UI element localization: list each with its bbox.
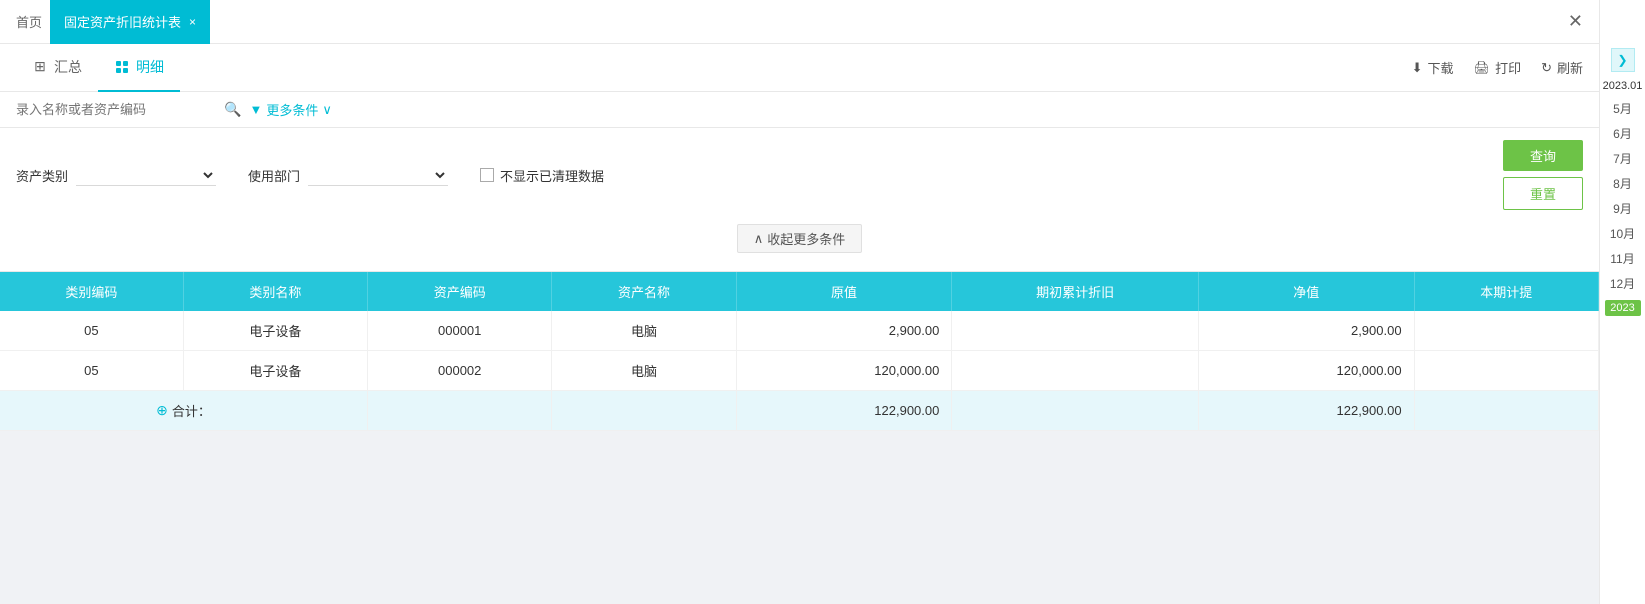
data-table: 类别编码 类别名称 资产编码 资产名称 原值 期初累计折旧 净值 本期计提 05… xyxy=(0,272,1599,431)
tab-detail[interactable]: 明细 xyxy=(98,44,180,92)
more-conditions-button[interactable]: ▼ 更多条件 ∨ xyxy=(249,100,331,119)
cell-initial-accum-depr xyxy=(952,311,1199,351)
no-cleaned-label: 不显示已清理数据 xyxy=(500,166,604,185)
cell-category-name: 电子设备 xyxy=(183,311,367,351)
total-label-cell: ⊕ 合计： xyxy=(0,391,368,431)
year-badge[interactable]: 2023 xyxy=(1605,300,1641,316)
active-tab[interactable]: 固定资产折旧统计表 × xyxy=(50,0,210,44)
cell-initial-accum-depr xyxy=(952,351,1199,391)
data-table-wrap: 类别编码 类别名称 资产编码 资产名称 原值 期初累计折旧 净值 本期计提 05… xyxy=(0,272,1599,604)
download-button[interactable]: ⬇ 下载 xyxy=(1412,58,1454,77)
tab-summary[interactable]: ⊞ 汇总 xyxy=(16,44,98,92)
total-original-value: 122,900.00 xyxy=(736,391,952,431)
department-filter: 使用部门 xyxy=(248,164,448,186)
date-display: 2023.01 xyxy=(1603,80,1643,92)
col-asset-code: 资产编码 xyxy=(368,272,552,311)
sidebar-expand-arrow[interactable]: ❯ xyxy=(1611,48,1635,72)
cell-current-period-depr xyxy=(1414,351,1598,391)
toolbar-actions: ⬇ 下载 🖨 打印 ↻ 刷新 xyxy=(1412,58,1583,77)
col-current-period-depr: 本期计提 xyxy=(1414,272,1598,311)
filter-icon: ▼ xyxy=(249,102,262,117)
col-original-value: 原值 xyxy=(736,272,952,311)
category-label: 资产类别 xyxy=(16,166,68,185)
cell-asset-name: 电脑 xyxy=(552,351,736,391)
cell-asset-code: 000002 xyxy=(368,351,552,391)
table-header-row: 类别编码 类别名称 资产编码 资产名称 原值 期初累计折旧 净值 本期计提 xyxy=(0,272,1599,311)
total-label: 合计： xyxy=(172,401,211,420)
month-9[interactable]: 9月 xyxy=(1600,196,1645,221)
cell-current-period-depr xyxy=(1414,311,1598,351)
detail-icon xyxy=(114,59,130,75)
cell-category-name: 电子设备 xyxy=(183,351,367,391)
filter-buttons: 查询 重置 xyxy=(1503,140,1583,210)
search-icon[interactable]: 🔍 xyxy=(224,101,241,118)
print-button[interactable]: 🖨 打印 xyxy=(1474,58,1522,77)
col-category-code: 类别编码 xyxy=(0,272,183,311)
query-button[interactable]: 查询 xyxy=(1503,140,1583,171)
no-cleaned-filter: 不显示已清理数据 xyxy=(480,166,604,185)
refresh-button[interactable]: ↻ 刷新 xyxy=(1541,58,1583,77)
department-select[interactable] xyxy=(308,164,448,186)
chevron-up-icon: ∧ xyxy=(754,231,764,247)
col-category-name: 类别名称 xyxy=(183,272,367,311)
cell-original-value: 2,900.00 xyxy=(736,311,952,351)
category-select[interactable] xyxy=(76,164,216,186)
month-8[interactable]: 8月 xyxy=(1600,171,1645,196)
home-nav[interactable]: 首页 xyxy=(16,12,42,31)
month-12[interactable]: 12月 xyxy=(1600,271,1645,296)
month-6[interactable]: 6月 xyxy=(1600,121,1645,146)
col-asset-name: 资产名称 xyxy=(552,272,736,311)
print-icon: 🖨 xyxy=(1474,60,1491,76)
total-icon: ⊕ xyxy=(156,402,168,419)
total-asset-name xyxy=(552,391,736,431)
tab-label: 固定资产折旧统计表 xyxy=(64,12,181,31)
cell-net-value: 2,900.00 xyxy=(1198,311,1414,351)
total-net-value: 122,900.00 xyxy=(1198,391,1414,431)
refresh-icon: ↻ xyxy=(1541,60,1552,76)
right-sidebar: ❯ 2023.01 5月 6月 7月 8月 9月 10月 11月 12月 202… xyxy=(1599,0,1645,604)
cell-original-value: 120,000.00 xyxy=(736,351,952,391)
reset-button[interactable]: 重置 xyxy=(1503,177,1583,210)
cell-asset-name: 电脑 xyxy=(552,311,736,351)
search-input[interactable] xyxy=(16,102,216,117)
no-cleaned-checkbox[interactable] xyxy=(480,168,494,182)
cell-category-code: 05 xyxy=(0,351,183,391)
cell-asset-code: 000001 xyxy=(368,311,552,351)
window-close-button[interactable]: ✕ xyxy=(1568,11,1583,32)
month-5[interactable]: 5月 xyxy=(1600,96,1645,121)
chevron-down-icon: ∨ xyxy=(322,102,332,118)
table-row: 05 电子设备 000001 电脑 2,900.00 2,900.00 xyxy=(0,311,1599,351)
total-asset-code xyxy=(368,391,552,431)
category-filter: 资产类别 xyxy=(16,164,216,186)
month-10[interactable]: 10月 xyxy=(1600,221,1645,246)
total-current-period-depr xyxy=(1414,391,1598,431)
total-row: ⊕ 合计： 122,900.00 122,900.00 xyxy=(0,391,1599,431)
cell-category-code: 05 xyxy=(0,311,183,351)
download-icon: ⬇ xyxy=(1412,60,1423,76)
cell-net-value: 120,000.00 xyxy=(1198,351,1414,391)
collapse-button[interactable]: ∧ 收起更多条件 xyxy=(737,224,863,253)
table-row: 05 电子设备 000002 电脑 120,000.00 120,000.00 xyxy=(0,351,1599,391)
toolbar: ⊞ 汇总 明细 ⬇ 下载 🖨 打印 xyxy=(0,44,1599,92)
month-11[interactable]: 11月 xyxy=(1600,246,1645,271)
month-7[interactable]: 7月 xyxy=(1600,146,1645,171)
search-bar: 🔍 ▼ 更多条件 ∨ xyxy=(0,92,1599,128)
layers-icon: ⊞ xyxy=(32,59,48,75)
total-initial-accum-depr xyxy=(952,391,1199,431)
col-initial-accum-depr: 期初累计折旧 xyxy=(952,272,1199,311)
col-net-value: 净值 xyxy=(1198,272,1414,311)
filter-area: 资产类别 使用部门 不显示已清理数据 查询 重置 ∧ xyxy=(0,128,1599,272)
department-label: 使用部门 xyxy=(248,166,300,185)
tab-close-button[interactable]: × xyxy=(189,15,196,29)
collapse-bar: ∧ 收起更多条件 xyxy=(16,218,1583,259)
